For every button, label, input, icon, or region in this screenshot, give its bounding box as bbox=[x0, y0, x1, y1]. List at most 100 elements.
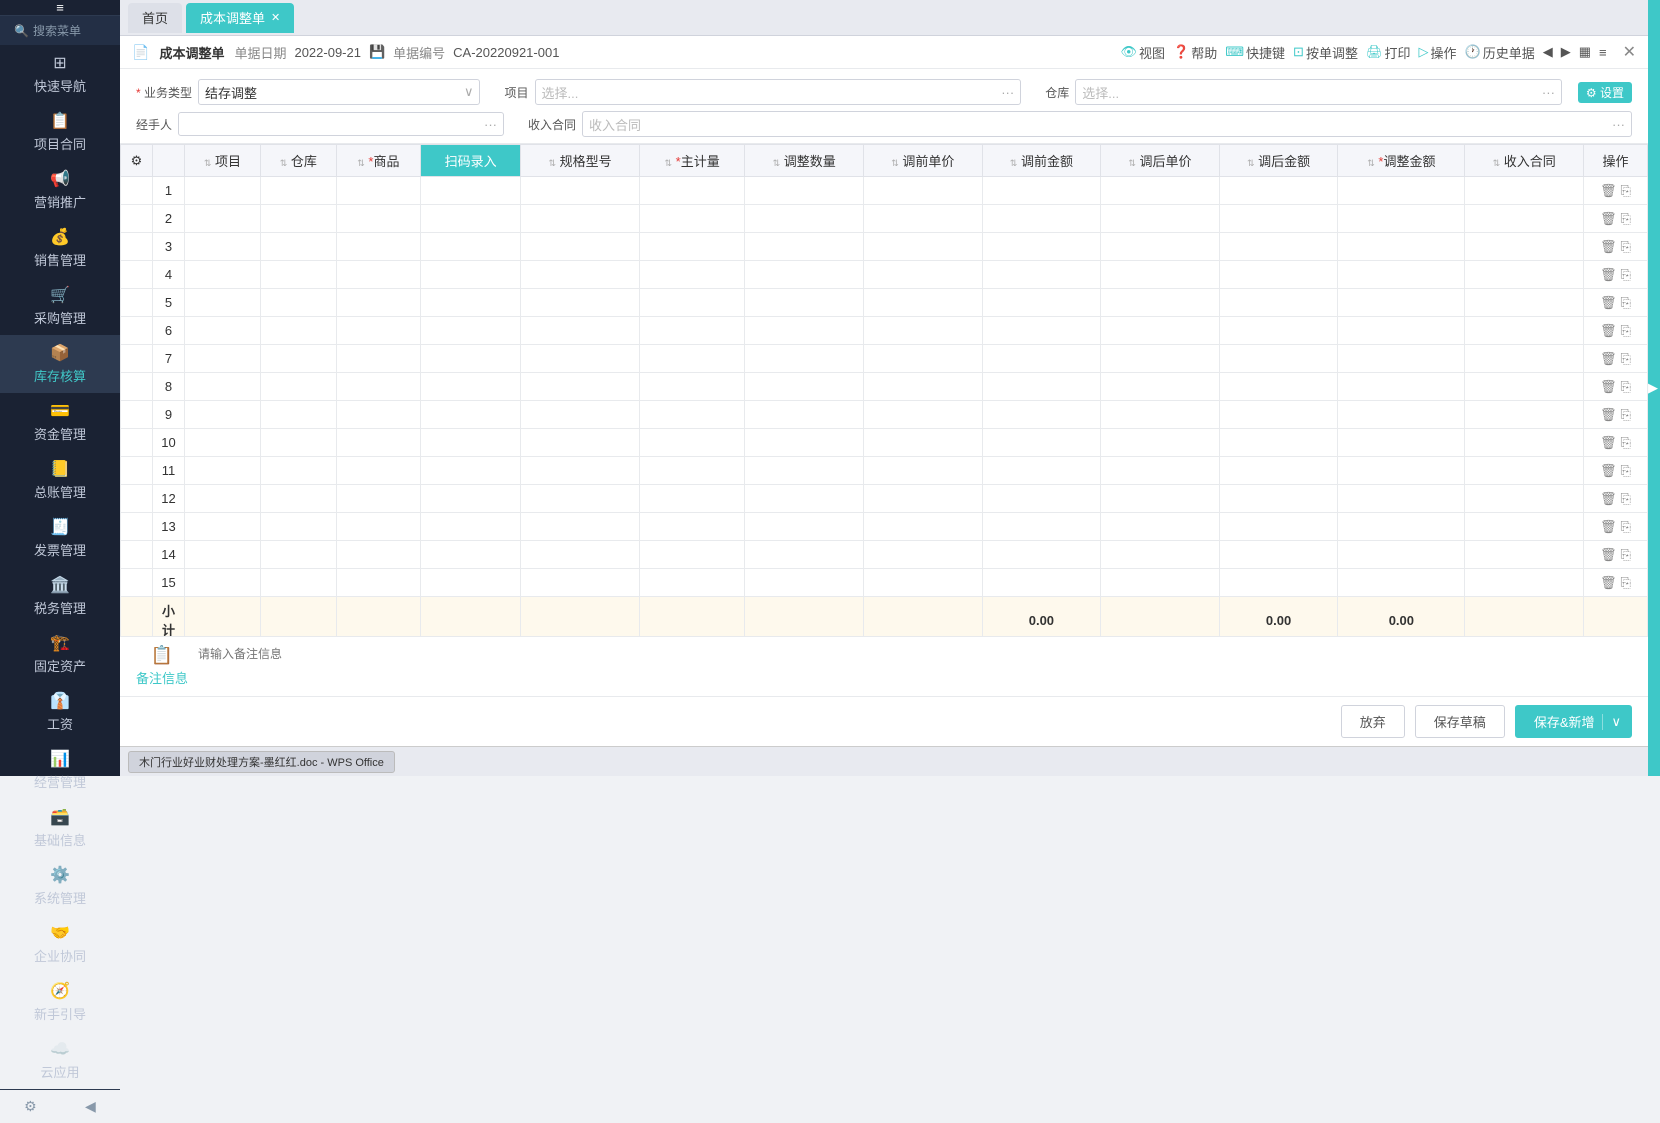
sidebar-item-sys-mgmt[interactable]: ⚙️ 系统管理 bbox=[0, 857, 120, 915]
table-cell[interactable] bbox=[420, 289, 520, 317]
table-cell[interactable] bbox=[1338, 373, 1465, 401]
sidebar-item-invoice[interactable]: 🧾 发票管理 bbox=[0, 509, 120, 567]
sidebar-item-purchase-mgmt[interactable]: 🛒 采购管理 bbox=[0, 277, 120, 335]
table-cell[interactable] bbox=[1465, 205, 1584, 233]
row-delete-icon[interactable]: 🗑 bbox=[1600, 463, 1617, 479]
table-cell[interactable] bbox=[1338, 401, 1465, 429]
table-cell[interactable] bbox=[745, 261, 864, 289]
table-cell[interactable] bbox=[336, 513, 420, 541]
table-cell[interactable] bbox=[1338, 429, 1465, 457]
table-cell[interactable] bbox=[1101, 261, 1220, 289]
row-delete-icon[interactable]: 🗑 bbox=[1600, 351, 1617, 367]
table-cell[interactable] bbox=[1338, 345, 1465, 373]
table-cell[interactable] bbox=[521, 401, 640, 429]
table-cell[interactable] bbox=[1219, 261, 1338, 289]
table-row[interactable]: 8🗑⎘ bbox=[121, 373, 1648, 401]
table-cell[interactable] bbox=[1219, 541, 1338, 569]
table-cell[interactable] bbox=[1219, 233, 1338, 261]
table-cell[interactable] bbox=[745, 457, 864, 485]
table-cell[interactable] bbox=[1101, 177, 1220, 205]
table-cell[interactable] bbox=[1338, 541, 1465, 569]
table-cell[interactable] bbox=[260, 205, 336, 233]
table-cell[interactable] bbox=[864, 289, 983, 317]
table-row[interactable]: 14🗑⎘ bbox=[121, 541, 1648, 569]
table-cell[interactable] bbox=[1101, 541, 1220, 569]
table-cell[interactable] bbox=[420, 233, 520, 261]
table-cell[interactable] bbox=[260, 261, 336, 289]
row-copy-icon[interactable]: ⎘ bbox=[1621, 491, 1631, 507]
toolbar-nav-prev[interactable]: ◀ bbox=[1543, 44, 1553, 60]
taskbar-wps-item[interactable]: 木门行业好业财处理方案-墨红红.doc - WPS Office bbox=[128, 751, 395, 773]
save-draft-button[interactable]: 保存草稿 bbox=[1415, 705, 1505, 738]
table-cell[interactable] bbox=[1465, 485, 1584, 513]
table-cell[interactable] bbox=[982, 289, 1101, 317]
table-cell[interactable] bbox=[982, 177, 1101, 205]
table-row[interactable]: 1🗑⎘ bbox=[121, 177, 1648, 205]
table-cell[interactable] bbox=[745, 373, 864, 401]
row-copy-icon[interactable]: ⎘ bbox=[1621, 379, 1631, 395]
table-cell[interactable] bbox=[336, 177, 420, 205]
table-cell[interactable] bbox=[521, 345, 640, 373]
table-cell[interactable] bbox=[864, 205, 983, 233]
table-cell[interactable] bbox=[639, 429, 745, 457]
table-cell[interactable] bbox=[1338, 485, 1465, 513]
table-cell[interactable] bbox=[336, 317, 420, 345]
sidebar-item-inventory[interactable]: 📦 库存核算 bbox=[0, 335, 120, 393]
sidebar-item-tax[interactable]: 🏛️ 税务管理 bbox=[0, 567, 120, 625]
table-cell[interactable] bbox=[745, 485, 864, 513]
table-cell[interactable] bbox=[185, 485, 261, 513]
table-cell[interactable] bbox=[745, 569, 864, 597]
table-cell[interactable] bbox=[336, 485, 420, 513]
table-cell[interactable] bbox=[1338, 261, 1465, 289]
table-cell[interactable] bbox=[185, 261, 261, 289]
table-cell[interactable] bbox=[420, 261, 520, 289]
row-copy-icon[interactable]: ⎘ bbox=[1621, 575, 1631, 591]
table-cell[interactable] bbox=[185, 289, 261, 317]
tab-close-icon[interactable]: ✕ bbox=[271, 11, 280, 24]
table-cell[interactable] bbox=[420, 373, 520, 401]
col-settings[interactable]: ⚙ bbox=[121, 145, 153, 177]
table-row[interactable]: 11🗑⎘ bbox=[121, 457, 1648, 485]
table-cell[interactable] bbox=[745, 289, 864, 317]
sidebar-item-sales-mgmt[interactable]: 💰 销售管理 bbox=[0, 219, 120, 277]
table-cell[interactable] bbox=[521, 457, 640, 485]
table-cell[interactable] bbox=[639, 569, 745, 597]
row-copy-icon[interactable]: ⎘ bbox=[1621, 323, 1631, 339]
table-cell[interactable] bbox=[336, 457, 420, 485]
table-cell[interactable] bbox=[1465, 401, 1584, 429]
table-cell[interactable] bbox=[521, 177, 640, 205]
biz-type-input[interactable]: 结存调整 ∨ bbox=[198, 79, 480, 105]
table-cell[interactable] bbox=[1465, 373, 1584, 401]
table-cell[interactable] bbox=[1101, 317, 1220, 345]
table-cell[interactable] bbox=[185, 317, 261, 345]
table-cell[interactable] bbox=[639, 541, 745, 569]
save-new-button[interactable]: 保存&新增 ∨ bbox=[1515, 705, 1632, 738]
table-cell[interactable] bbox=[1101, 513, 1220, 541]
toolbar-list-view[interactable]: ≡ bbox=[1599, 45, 1607, 60]
table-cell[interactable] bbox=[260, 485, 336, 513]
table-cell[interactable] bbox=[982, 345, 1101, 373]
table-cell[interactable] bbox=[1465, 429, 1584, 457]
row-delete-icon[interactable]: 🗑 bbox=[1600, 491, 1617, 507]
table-cell[interactable] bbox=[639, 289, 745, 317]
table-row[interactable]: 12🗑⎘ bbox=[121, 485, 1648, 513]
table-cell[interactable] bbox=[185, 541, 261, 569]
table-cell[interactable] bbox=[982, 317, 1101, 345]
table-cell[interactable] bbox=[521, 261, 640, 289]
row-delete-icon[interactable]: 🗑 bbox=[1600, 407, 1617, 423]
table-cell[interactable] bbox=[1338, 457, 1465, 485]
row-copy-icon[interactable]: ⎘ bbox=[1621, 239, 1631, 255]
sidebar-item-ops-mgmt[interactable]: 📊 经营管理 bbox=[0, 741, 120, 799]
table-cell[interactable] bbox=[1465, 513, 1584, 541]
table-cell[interactable] bbox=[982, 569, 1101, 597]
table-cell[interactable] bbox=[1101, 345, 1220, 373]
table-cell[interactable] bbox=[639, 345, 745, 373]
table-cell[interactable] bbox=[639, 457, 745, 485]
table-row[interactable]: 2🗑⎘ bbox=[121, 205, 1648, 233]
row-copy-icon[interactable]: ⎘ bbox=[1621, 211, 1631, 227]
sidebar-item-project-contract[interactable]: 📋 项目合同 bbox=[0, 103, 120, 161]
table-section[interactable]: ⚙ ⇅ 项目 ⇅ 仓库 ⇅ *商品 扫码录入 ⇅ 规格型号 ⇅ *主计量 ⇅ 调… bbox=[120, 144, 1648, 636]
table-cell[interactable] bbox=[336, 541, 420, 569]
table-cell[interactable] bbox=[639, 233, 745, 261]
row-copy-icon[interactable]: ⎘ bbox=[1621, 267, 1631, 283]
